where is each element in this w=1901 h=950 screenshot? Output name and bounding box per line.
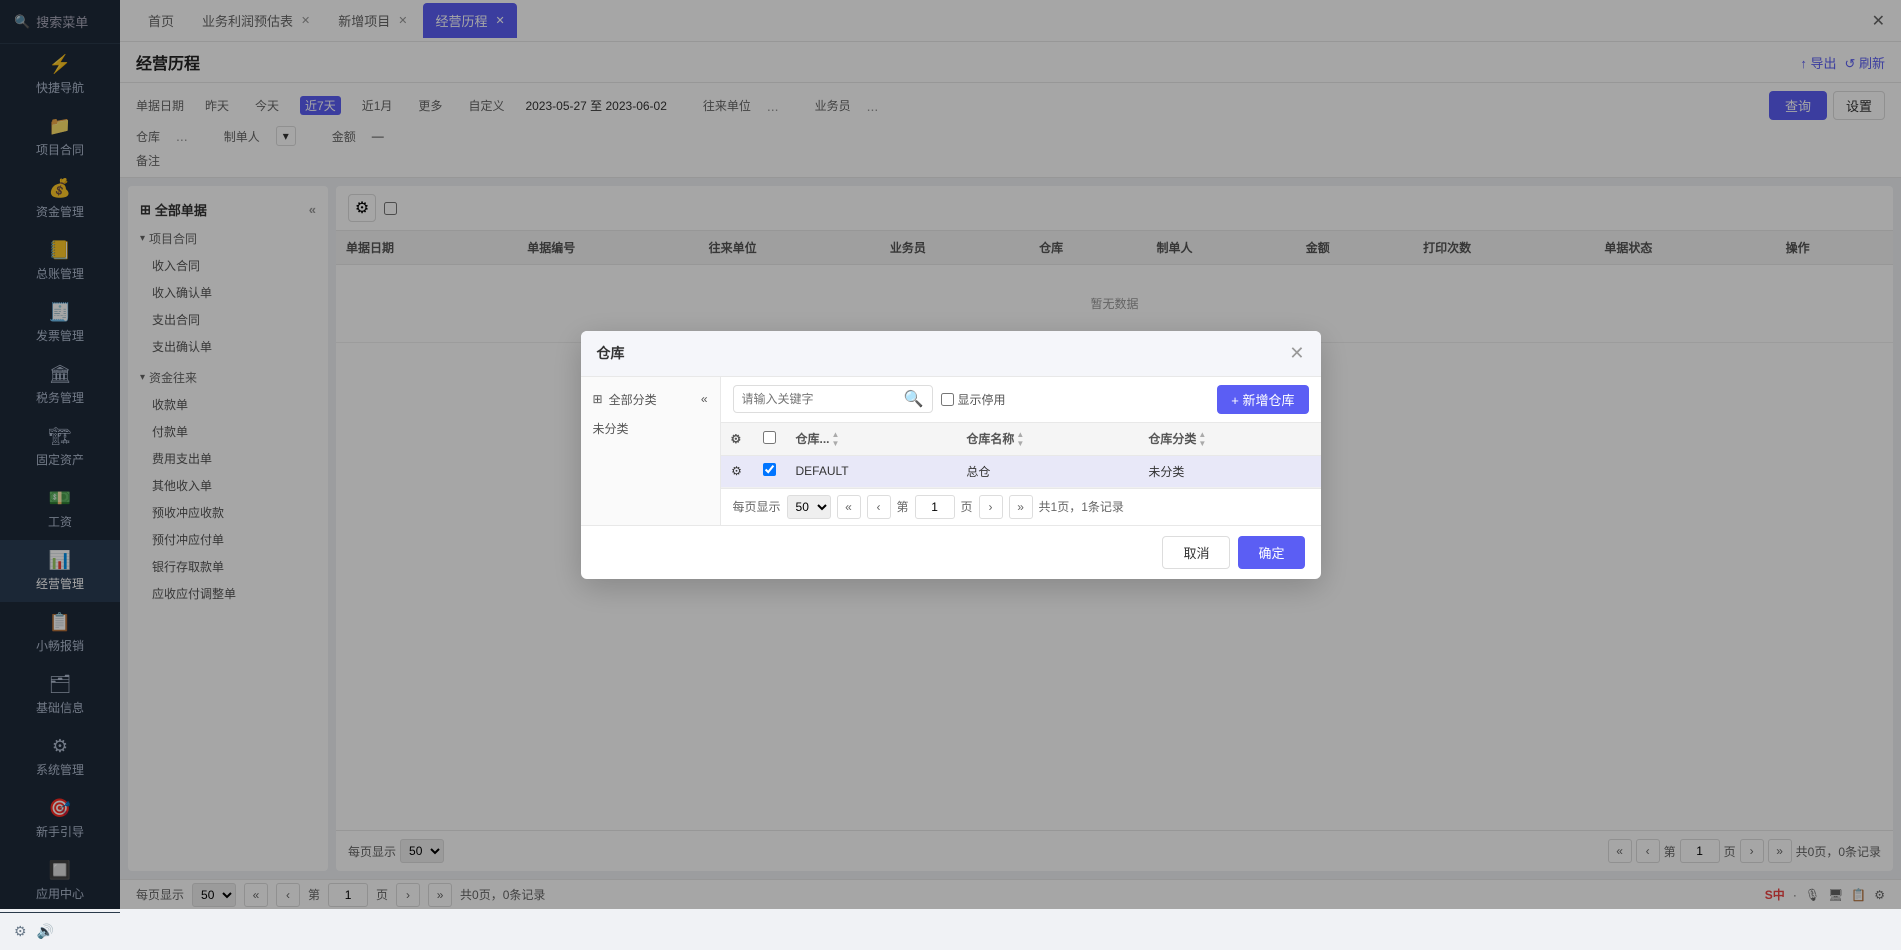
modal-row-settings: ⚙ <box>721 455 753 487</box>
modal-header: 仓库 ✕ <box>581 331 1321 377</box>
modal-row-checkbox <box>753 455 786 487</box>
modal-footer-buttons: 取消 确定 <box>581 525 1321 579</box>
modal-last-page[interactable]: » <box>1009 495 1033 519</box>
volume-icon[interactable]: 🔊 <box>37 923 54 940</box>
modal-search-box: 🔍 <box>733 385 933 413</box>
modal-overlay: 仓库 ✕ ⊞ 全部分类 « 未分类 <box>0 0 1901 909</box>
modal-col-name: 仓库名称 ▲▼ <box>956 423 1138 456</box>
grid-modal-icon: ⊞ <box>593 392 603 406</box>
modal-total-info: 共1页，1条记录 <box>1039 498 1124 515</box>
modal-col-category: 仓库分类 ▲▼ <box>1138 423 1320 456</box>
modal-search-icon: 🔍 <box>904 389 924 409</box>
modal-first-page[interactable]: « <box>837 495 861 519</box>
settings-bottom-icon[interactable]: ⚙ <box>14 923 27 940</box>
modal-body: ⊞ 全部分类 « 未分类 🔍 显示停用 <box>581 377 1321 525</box>
modal-all-categories[interactable]: ⊞ 全部分类 « <box>581 385 720 414</box>
add-warehouse-btn[interactable]: + 新增仓库 <box>1217 385 1308 414</box>
modal-row-name: 总仓 <box>956 455 1138 487</box>
modal-search-input[interactable] <box>742 392 900 406</box>
modal-page-size-select[interactable]: 50 <box>787 495 831 519</box>
modal-col-checkbox <box>753 423 786 456</box>
show-disabled-checkbox[interactable] <box>941 393 954 406</box>
modal-table-wrap: ⚙ 仓库... ▲▼ 仓库名称 <box>721 423 1321 488</box>
modal-row-code: DEFAULT <box>786 455 957 487</box>
modal-table-footer: 每页显示 50 « ‹ 第 页 › » 共1页，1条记录 <box>721 488 1321 525</box>
modal-cancel-btn[interactable]: 取消 <box>1162 536 1230 569</box>
modal-next-page[interactable]: › <box>979 495 1003 519</box>
modal-page-input[interactable] <box>915 495 955 519</box>
warehouse-modal: 仓库 ✕ ⊞ 全部分类 « 未分类 <box>581 331 1321 579</box>
modal-collapse-icon[interactable]: « <box>701 392 708 406</box>
modal-title: 仓库 <box>597 343 625 363</box>
modal-category-panel: ⊞ 全部分类 « 未分类 <box>581 377 721 525</box>
modal-pagination: 每页显示 50 « ‹ 第 页 › » 共1页，1条记录 <box>733 495 1124 519</box>
row-checkbox[interactable] <box>763 463 776 476</box>
modal-close-btn[interactable]: ✕ <box>1289 343 1304 364</box>
show-disabled-label[interactable]: 显示停用 <box>941 391 1006 408</box>
modal-toolbar: 🔍 显示停用 + 新增仓库 <box>721 377 1321 423</box>
modal-col-code: 仓库... ▲▼ <box>786 423 957 456</box>
modal-prev-page[interactable]: ‹ <box>867 495 891 519</box>
sidebar-bottom: ⚙ 🔊 <box>0 912 120 950</box>
modal-col-settings: ⚙ <box>721 423 753 456</box>
modal-select-all[interactable] <box>763 431 776 444</box>
modal-row-category: 未分类 <box>1138 455 1320 487</box>
modal-right-panel: 🔍 显示停用 + 新增仓库 ⚙ <box>721 377 1321 525</box>
modal-confirm-btn[interactable]: 确定 <box>1238 536 1304 569</box>
modal-table-row[interactable]: ⚙ DEFAULT 总仓 未分类 <box>721 455 1321 487</box>
modal-unclassified[interactable]: 未分类 <box>581 414 720 443</box>
modal-table: ⚙ 仓库... ▲▼ 仓库名称 <box>721 423 1321 488</box>
